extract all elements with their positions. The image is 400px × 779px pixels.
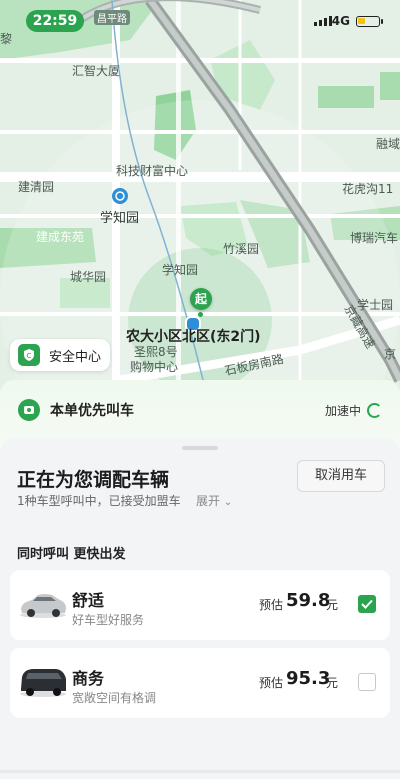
start-marker[interactable]: 起	[190, 288, 212, 310]
map-label: 建成东苑	[36, 230, 85, 244]
estimate-label: 预估	[259, 676, 284, 690]
check-icon	[361, 599, 373, 609]
map-label: 京	[384, 347, 397, 361]
checkbox-unchecked[interactable]	[358, 673, 376, 691]
dispatch-title: 正在为您调配车辆	[17, 469, 170, 491]
estimate-label: 预估	[259, 598, 284, 612]
shield-icon: C	[18, 344, 40, 366]
estimated-price: 95.3	[286, 668, 331, 689]
checkbox-checked[interactable]	[358, 595, 376, 613]
accelerating-status: 加速中	[325, 402, 382, 419]
car-option-name: 舒适	[72, 591, 105, 610]
map-label: 学知园	[162, 263, 199, 277]
map-label: 竹溪园	[223, 242, 260, 256]
dispatch-subtitle: 1种车型呼叫中，已接受加盟车	[17, 494, 181, 508]
section-title: 同时呼叫 更快出发	[17, 547, 126, 562]
car-option-name: 商务	[72, 669, 105, 688]
battery-level	[358, 18, 365, 24]
chevron-down-icon: ⌄	[223, 497, 233, 508]
map-label: 建清园	[18, 180, 55, 194]
bottom-divider	[0, 770, 400, 773]
car-option-desc: 宽敞空间有格调	[72, 691, 157, 705]
start-marker-dot	[198, 312, 203, 317]
price-unit: 元	[326, 676, 339, 690]
map-label: 花虎沟11	[342, 182, 394, 196]
safety-center-button[interactable]: C 安全中心	[10, 339, 110, 371]
signal-icon	[314, 16, 332, 26]
priority-icon	[18, 399, 40, 421]
map-label: 博瑞汽车	[350, 231, 399, 245]
price-unit: 元	[326, 598, 339, 612]
accelerating-label: 加速中	[324, 404, 361, 418]
priority-label: 本单优先叫车	[50, 403, 134, 419]
safety-center-label: 安全中心	[49, 349, 102, 365]
estimated-price: 59.8	[286, 590, 331, 611]
map-label: 汇智大厦	[72, 64, 121, 78]
map-label: 城华园	[70, 270, 107, 284]
map-label: 学知园	[100, 211, 140, 226]
car-option-desc: 好车型好服务	[72, 613, 145, 627]
priority-call[interactable]: 本单优先叫车	[18, 399, 134, 421]
battery-icon	[356, 16, 383, 27]
network-type: 4G	[331, 14, 350, 28]
map-label: 学士园	[357, 298, 394, 312]
pickup-location-label: 农大小区北区(东2门)	[126, 329, 261, 345]
expand-toggle[interactable]: 展开 ⌄	[196, 492, 232, 509]
status-time: 22:59	[26, 10, 84, 32]
map-label: 融域	[376, 137, 400, 151]
car-option-comfort[interactable]: 舒适 好车型好服务 预估 59.8 元	[10, 570, 390, 640]
sedan-car-icon	[18, 587, 72, 623]
svg-text:C: C	[27, 352, 32, 360]
drag-handle[interactable]	[182, 446, 218, 450]
expand-label: 展开	[196, 494, 221, 508]
cancel-ride-button[interactable]: 取消用车	[297, 460, 385, 492]
map-label: 购物中心	[130, 360, 179, 374]
loading-spinner-icon	[367, 403, 382, 418]
car-option-business[interactable]: 商务 宽敞空间有格调 预估 95.3 元	[10, 648, 390, 718]
status-bar: 22:59 4G	[0, 0, 400, 42]
map-label: 科技财富中心	[116, 164, 189, 178]
mpv-car-icon	[18, 665, 72, 701]
